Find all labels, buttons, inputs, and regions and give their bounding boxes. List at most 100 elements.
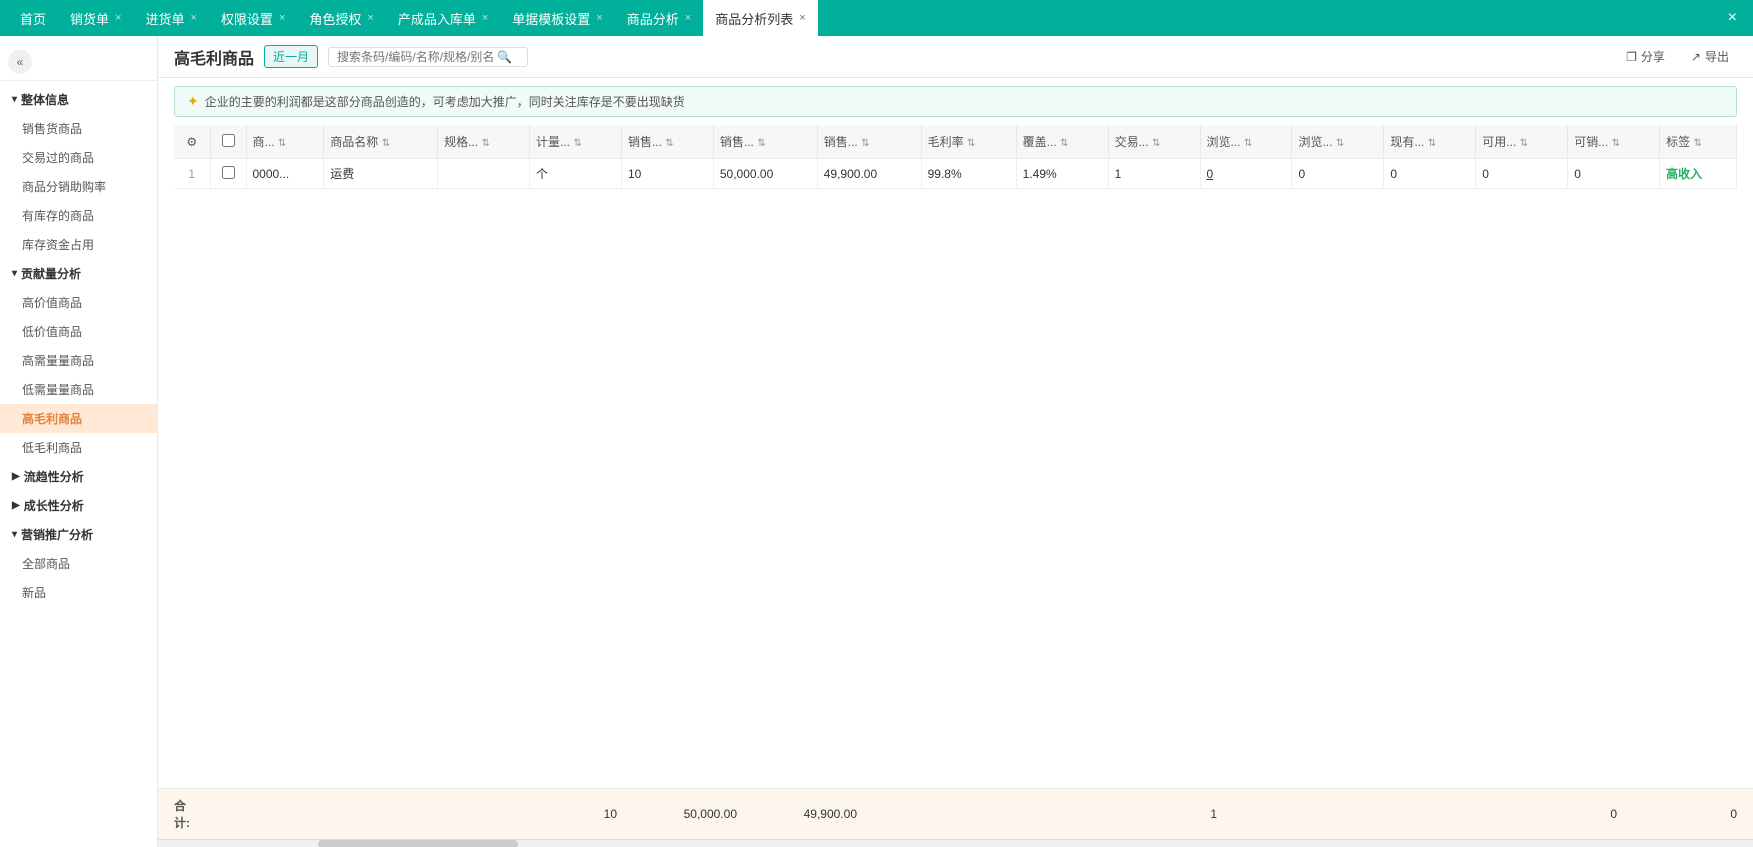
table-container: ⚙ 商... ⇅ 商品名称 ⇅ (158, 125, 1753, 788)
sidebar-group-growth[interactable]: ▶ 成长性分析 (0, 491, 157, 520)
col-tag[interactable]: 标签 ⇅ (1660, 125, 1737, 159)
footer-sales-cost: 49,900.00 (797, 807, 857, 821)
table-header-row: ⚙ 商... ⇅ 商品名称 ⇅ (174, 125, 1737, 159)
col-available[interactable]: 可用... ⇅ (1476, 125, 1568, 159)
sort-icon12: ⇅ (1336, 138, 1344, 149)
sidebar-item-high-value[interactable]: 高价值商品 (0, 288, 157, 317)
cell-num: 1 (174, 159, 210, 189)
page-title: 高毛利商品 (174, 45, 254, 69)
nav-purchase[interactable]: 进货单 × (133, 0, 208, 36)
nav-product-inbound[interactable]: 产成品入库单 × (386, 0, 500, 36)
col-sales-cost[interactable]: 销售... ⇅ (817, 125, 921, 159)
sidebar-item-low-demand[interactable]: 低需量量商品 (0, 375, 157, 404)
col-spec[interactable]: 规格... ⇅ (438, 125, 530, 159)
row-checkbox[interactable] (222, 166, 235, 179)
nav-permissions[interactable]: 权限设置 × (209, 0, 297, 36)
sidebar-item-high-margin[interactable]: 高毛利商品 (0, 404, 157, 433)
sidebar-group-marketing[interactable]: ▾ 营销推广分析 (0, 520, 157, 549)
horizontal-scrollbar[interactable] (158, 839, 1753, 847)
footer-sales-qty: 10 (557, 807, 617, 821)
col-saleable[interactable]: 可销... ⇅ (1568, 125, 1660, 159)
date-filter-button[interactable]: 近一月 (264, 45, 318, 68)
nav-roles[interactable]: 角色授权 × (297, 0, 385, 36)
select-all-checkbox[interactable] (222, 134, 235, 147)
cell-browse1[interactable]: 0 (1200, 159, 1292, 189)
sidebar-item-in-stock-goods[interactable]: 有库存的商品 (0, 201, 157, 230)
sort-icon16: ⇅ (1693, 138, 1701, 149)
sidebar-group-flow[interactable]: ▶ 流趋性分析 (0, 462, 157, 491)
sort-icon11: ⇅ (1244, 138, 1252, 149)
close-nav-sales[interactable]: × (115, 12, 121, 24)
cell-coverage: 1.49% (1016, 159, 1108, 189)
col-current-stock[interactable]: 现有... ⇅ (1384, 125, 1476, 159)
sidebar-item-distribution-rate[interactable]: 商品分销助购率 (0, 172, 157, 201)
cell-sales-cost: 49,900.00 (817, 159, 921, 189)
close-nav-analysis[interactable]: × (685, 12, 691, 24)
sidebar-item-traded-goods[interactable]: 交易过的商品 (0, 143, 157, 172)
sort-icon3: ⇅ (481, 138, 489, 149)
sidebar-group-contribution[interactable]: ▾ 贡献量分析 (0, 259, 157, 288)
arrow-icon: ▾ (12, 94, 17, 105)
export-icon: ↗ (1691, 50, 1701, 64)
col-sales-qty[interactable]: 销售... ⇅ (621, 125, 713, 159)
sidebar-group-overall[interactable]: ▾ 整体信息 (0, 85, 157, 114)
sort-icon4: ⇅ (573, 138, 581, 149)
search-icon[interactable]: 🔍 (497, 50, 512, 64)
col-coverage[interactable]: 覆盖... ⇅ (1016, 125, 1108, 159)
sidebar-item-sales-goods[interactable]: 销售货商品 (0, 114, 157, 143)
close-nav-roles[interactable]: × (367, 12, 373, 24)
close-nav-template[interactable]: × (596, 12, 602, 24)
nav-template[interactable]: 单据模板设置 × (500, 0, 614, 36)
sort-icon14: ⇅ (1520, 138, 1528, 149)
nav-home[interactable]: 首页 (8, 0, 58, 36)
col-gross-rate[interactable]: 毛利率 ⇅ (921, 125, 1016, 159)
close-nav-analysis-list[interactable]: × (799, 12, 805, 24)
share-icon: ❐ (1626, 50, 1637, 64)
sidebar-item-low-value[interactable]: 低价值商品 (0, 317, 157, 346)
sidebar-item-inventory-capital[interactable]: 库存资金占用 (0, 230, 157, 259)
col-checkbox[interactable] (210, 125, 246, 159)
cell-checkbox[interactable] (210, 159, 246, 189)
sort-icon6: ⇅ (757, 138, 765, 149)
nav-sales[interactable]: 销货单 × (58, 0, 133, 36)
sidebar-item-high-demand[interactable]: 高需量量商品 (0, 346, 157, 375)
sort-icon2: ⇅ (382, 138, 390, 149)
sidebar-item-low-margin[interactable]: 低毛利商品 (0, 433, 157, 462)
arrow-right-icon: ▶ (12, 471, 20, 482)
cell-unit: 个 (530, 159, 622, 189)
data-table: ⚙ 商... ⇅ 商品名称 ⇅ (174, 125, 1737, 189)
cell-current-stock: 0 (1384, 159, 1476, 189)
col-settings[interactable]: ⚙ (174, 125, 210, 159)
col-transactions[interactable]: 交易... ⇅ (1108, 125, 1200, 159)
cell-tag: 高收入 (1660, 159, 1737, 189)
col-code[interactable]: 商... ⇅ (246, 125, 324, 159)
col-browse1[interactable]: 浏览... ⇅ (1200, 125, 1292, 159)
sidebar-collapse-button[interactable]: « (8, 50, 32, 74)
table-row: 1 0000... 运费 个 10 50,000.00 49,900.00 99… (174, 159, 1737, 189)
sidebar-item-all-goods[interactable]: 全部商品 (0, 549, 157, 578)
cell-gross-rate: 99.8% (921, 159, 1016, 189)
col-browse2[interactable]: 浏览... ⇅ (1292, 125, 1384, 159)
arrow-icon: ▾ (12, 268, 17, 279)
col-name[interactable]: 商品名称 ⇅ (324, 125, 438, 159)
nav-analysis[interactable]: 商品分析 × (615, 0, 703, 36)
close-nav-permissions[interactable]: × (279, 12, 285, 24)
sidebar-item-new-goods[interactable]: 新品 (0, 578, 157, 607)
footer-summary: 合计: 10 50,000.00 49,900.00 1 0 0 (158, 788, 1753, 839)
info-banner: ✦ 企业的主要的利润都是这部分商品创造的，可考虑加大推广，同时关注库存是不要出现… (174, 86, 1737, 117)
share-button[interactable]: ❐ 分享 (1618, 44, 1673, 69)
col-unit[interactable]: 计量... ⇅ (530, 125, 622, 159)
cell-name: 运费 (324, 159, 438, 189)
close-nav-product-inbound[interactable]: × (482, 12, 488, 24)
export-button[interactable]: ↗ 导出 (1683, 44, 1737, 69)
nav-analysis-list[interactable]: 商品分析列表 × (703, 0, 817, 36)
window-close-button[interactable]: × (1720, 9, 1745, 27)
scrollbar-thumb[interactable] (318, 840, 518, 847)
top-navigation: 首页 销货单 × 进货单 × 权限设置 × 角色授权 × 产成品入库单 × 单据… (0, 0, 1753, 36)
cell-available: 0 (1476, 159, 1568, 189)
sort-icon15: ⇅ (1612, 138, 1620, 149)
search-input[interactable] (337, 50, 497, 64)
footer-available: 0 (1557, 807, 1617, 821)
col-sales-amount[interactable]: 销售... ⇅ (713, 125, 817, 159)
close-nav-purchase[interactable]: × (190, 12, 196, 24)
